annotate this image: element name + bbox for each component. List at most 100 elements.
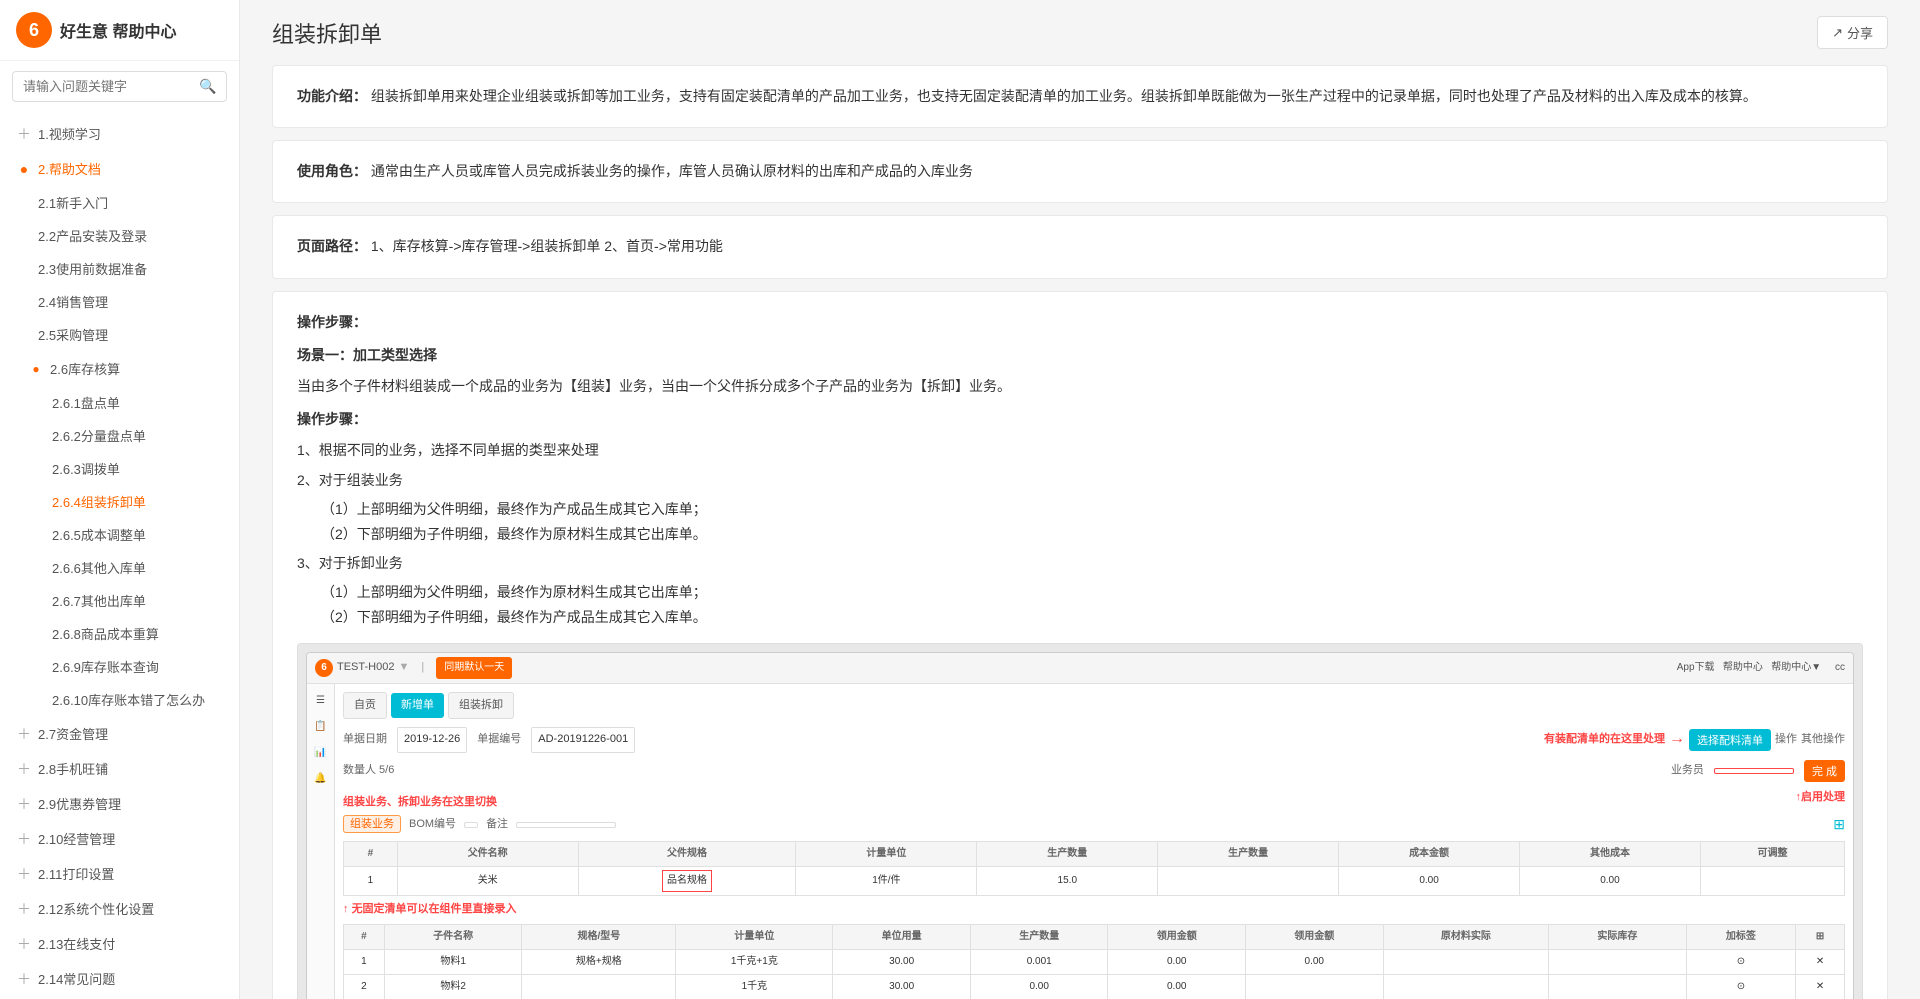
c1-stock bbox=[1549, 950, 1687, 975]
cell-qty1: 15.0 bbox=[977, 867, 1158, 896]
mock-dropdown-icon: ▼ bbox=[398, 658, 409, 678]
mock-nav-icon1: ☰ bbox=[307, 688, 334, 714]
th-unit: 计量单位 bbox=[796, 842, 977, 867]
mock-staff-label: 业务员 bbox=[1671, 761, 1704, 781]
sidebar-item-28[interactable]: ＋ 2.8手机旺铺 bbox=[0, 751, 239, 786]
search-input[interactable] bbox=[23, 79, 199, 94]
sidebar-item-263[interactable]: 2.6.3调拨单 bbox=[0, 452, 239, 485]
minus-icon: ● bbox=[16, 161, 32, 177]
mock-date-value[interactable]: 2019-12-26 bbox=[397, 727, 467, 753]
sidebar-item-docs[interactable]: ● 2.帮助文档 bbox=[0, 151, 239, 186]
mock-no-bom-annotation: ↑ 无固定清单可以在组件里直接录入 bbox=[343, 900, 1845, 920]
sidebar-item-211[interactable]: ＋ 2.11打印设置 bbox=[0, 856, 239, 891]
plus-icon-211: ＋ bbox=[16, 866, 32, 882]
sidebar-item-212[interactable]: ＋ 2.12系统个性化设置 bbox=[0, 891, 239, 926]
mock-annotation-switch: 组装业务、拆卸业务在这里切换 bbox=[343, 793, 497, 813]
th-parent-name: 父件名称 bbox=[397, 842, 578, 867]
mock-period-btn[interactable]: 同期默认一天 bbox=[436, 657, 512, 679]
mock-memo-input[interactable] bbox=[516, 822, 616, 828]
ops-card: 操作步骤： 场景一：加工类型选择 当由多个子件材料组装成一个成品的业务为【组装】… bbox=[272, 291, 1888, 999]
mock-no-label: 单据编号 bbox=[477, 730, 521, 750]
c1-name: 物料1 bbox=[384, 950, 522, 975]
plus-icon-29: ＋ bbox=[16, 796, 32, 812]
sidebar-item-label-211: 2.11打印设置 bbox=[38, 864, 114, 883]
sidebar-item-video[interactable]: ＋ 1.视频学习 bbox=[0, 116, 239, 151]
screenshot-inner: 6 TEST-H002 ▼ | 同期默认一天 App下载 帮助中心 帮助中心▼ … bbox=[298, 644, 1862, 999]
sidebar-item-266[interactable]: 2.6.6其他入库单 bbox=[0, 551, 239, 584]
plus-icon-28: ＋ bbox=[16, 761, 32, 777]
c1-unit: 1千克+1克 bbox=[676, 950, 833, 975]
sidebar-item-262[interactable]: 2.6.2分量盘点单 bbox=[0, 419, 239, 452]
mock-count-label: 数量人 5/6 bbox=[343, 761, 394, 781]
sidebar-item-213[interactable]: ＋ 2.13在线支付 bbox=[0, 926, 239, 961]
c1-spec: 规格+规格 bbox=[522, 950, 676, 975]
sidebar-item-264[interactable]: 2.6.4组装拆卸单 bbox=[0, 485, 239, 518]
mock-type-select[interactable]: 组装业务 bbox=[343, 815, 401, 833]
cth-actual: 原材料实际 bbox=[1383, 925, 1549, 950]
logo-icon: 6 bbox=[16, 12, 52, 48]
sidebar-item-21[interactable]: 2.1新手入门 bbox=[0, 186, 239, 219]
mock-expand-icon[interactable]: ⊞ bbox=[1833, 812, 1845, 837]
mock-parent-table: # 父件名称 父件规格 计量单位 生产数量 生产数量 成本金额 其他成本 bbox=[343, 841, 1845, 896]
mock-nav-icon3: 📊 bbox=[307, 740, 334, 766]
mock-staff-input[interactable] bbox=[1714, 768, 1794, 774]
sidebar-item-214[interactable]: ＋ 2.14常见问题 bbox=[0, 961, 239, 996]
sidebar-item-24[interactable]: 2.4销售管理 bbox=[0, 285, 239, 318]
sidebar-item-268[interactable]: 2.6.8商品成本重算 bbox=[0, 617, 239, 650]
scenario1-title: 场景一：加工类型选择 bbox=[297, 343, 1863, 368]
sidebar-item-26[interactable]: ● 2.6库存核算 bbox=[0, 351, 239, 386]
c1-del[interactable]: ✕ bbox=[1796, 950, 1845, 975]
sidebar-item-label-210: 2.10经营管理 bbox=[38, 829, 115, 848]
mock-tab-new[interactable]: 新增单 bbox=[391, 693, 444, 719]
c2-del[interactable]: ✕ bbox=[1796, 975, 1845, 999]
cth-usage: 单位用量 bbox=[833, 925, 971, 950]
mock-child-table-head: # 子件名称 规格/型号 计量单位 单位用量 生产数量 领用金额 领用金额 bbox=[344, 925, 1845, 950]
sidebar-item-2610[interactable]: 2.6.10库存账本错了怎么办 bbox=[0, 683, 239, 716]
sidebar-item-29[interactable]: ＋ 2.9优惠券管理 bbox=[0, 786, 239, 821]
function-intro-card: 功能介绍： 组装拆卸单用来处理企业组装或拆卸等加工业务，支持有固定装配清单的产品… bbox=[272, 65, 1888, 128]
sidebar-item-23[interactable]: 2.3使用前数据准备 bbox=[0, 252, 239, 285]
c2-no: 2 bbox=[344, 975, 385, 999]
share-button[interactable]: ↗ 分享 bbox=[1817, 16, 1888, 49]
mock-nav-links: App下载 帮助中心 帮助中心▼ cc bbox=[1677, 659, 1845, 677]
mock-tab-assembly[interactable]: 组装拆卸 bbox=[448, 692, 514, 720]
c2-name: 物料2 bbox=[384, 975, 522, 999]
mock-no-value[interactable]: AD-20191226-001 bbox=[531, 727, 635, 753]
mock-select-bom-btn[interactable]: 选择配料清单 bbox=[1689, 729, 1771, 751]
sidebar: 6 好生意 帮助中心 🔍 ＋ 1.视频学习 ● 2.帮助文档 2.1新手入门 2… bbox=[0, 0, 240, 999]
screenshot-container: 6 TEST-H002 ▼ | 同期默认一天 App下载 帮助中心 帮助中心▼ … bbox=[297, 643, 1863, 999]
nav-section: ＋ 1.视频学习 ● 2.帮助文档 2.1新手入门 2.2产品安装及登录 2.3… bbox=[0, 112, 239, 999]
role-label: 使用角色： bbox=[297, 163, 367, 179]
th-cost: 成本金额 bbox=[1339, 842, 1520, 867]
search-box[interactable]: 🔍 bbox=[12, 71, 227, 102]
mock-memo-label: 备注 bbox=[486, 815, 508, 835]
th-prod-qty: 生产数量 bbox=[977, 842, 1158, 867]
sidebar-item-261[interactable]: 2.6.1盘点单 bbox=[0, 386, 239, 419]
mock-logo: 6 bbox=[315, 659, 333, 677]
mock-parent-table-head: # 父件名称 父件规格 计量单位 生产数量 生产数量 成本金额 其他成本 bbox=[344, 842, 1845, 867]
role-card: 使用角色： 通常由生产人员或库管人员完成拆装业务的操作，库管人员确认原材料的出库… bbox=[272, 140, 1888, 203]
sidebar-item-22[interactable]: 2.2产品安装及登录 bbox=[0, 219, 239, 252]
sidebar-item-210[interactable]: ＋ 2.10经营管理 bbox=[0, 821, 239, 856]
th-parent-spec: 父件规格 bbox=[578, 842, 796, 867]
sidebar-item-label-26: 2.6库存核算 bbox=[50, 359, 120, 378]
role-text: 通常由生产人员或库管人员完成拆装业务的操作，库管人员确认原材料的出库和产成品的入… bbox=[371, 163, 973, 179]
c2-tag: ⊙ bbox=[1686, 975, 1795, 999]
sidebar-item-27[interactable]: ＋ 2.7资金管理 bbox=[0, 716, 239, 751]
cell-spec-input[interactable]: 品名规格 bbox=[662, 870, 712, 892]
search-icon[interactable]: 🔍 bbox=[199, 78, 216, 95]
cth-name: 子件名称 bbox=[384, 925, 522, 950]
mock-confirm-btn[interactable]: 完 成 bbox=[1804, 760, 1845, 782]
c2-stock bbox=[1549, 975, 1687, 999]
sidebar-item-265[interactable]: 2.6.5成本调整单 bbox=[0, 518, 239, 551]
mock-nav-icon4: 🔔 bbox=[307, 766, 334, 792]
mock-tab-home[interactable]: 自贡 bbox=[343, 692, 387, 720]
sidebar-item-25[interactable]: 2.5采购管理 bbox=[0, 318, 239, 351]
step3: 3、对于拆卸业务 bbox=[297, 551, 1863, 576]
mock-bom-input[interactable] bbox=[464, 822, 478, 828]
sidebar-item-267[interactable]: 2.6.7其他出库单 bbox=[0, 584, 239, 617]
sidebar-item-269[interactable]: 2.6.9库存账本查询 bbox=[0, 650, 239, 683]
cell-name: 关米 bbox=[397, 867, 578, 896]
mock-form-header: 单据日期 2019-12-26 单据编号 AD-20191226-001 有装配… bbox=[343, 725, 1845, 754]
cth-tag2: ⊞ bbox=[1796, 925, 1845, 950]
